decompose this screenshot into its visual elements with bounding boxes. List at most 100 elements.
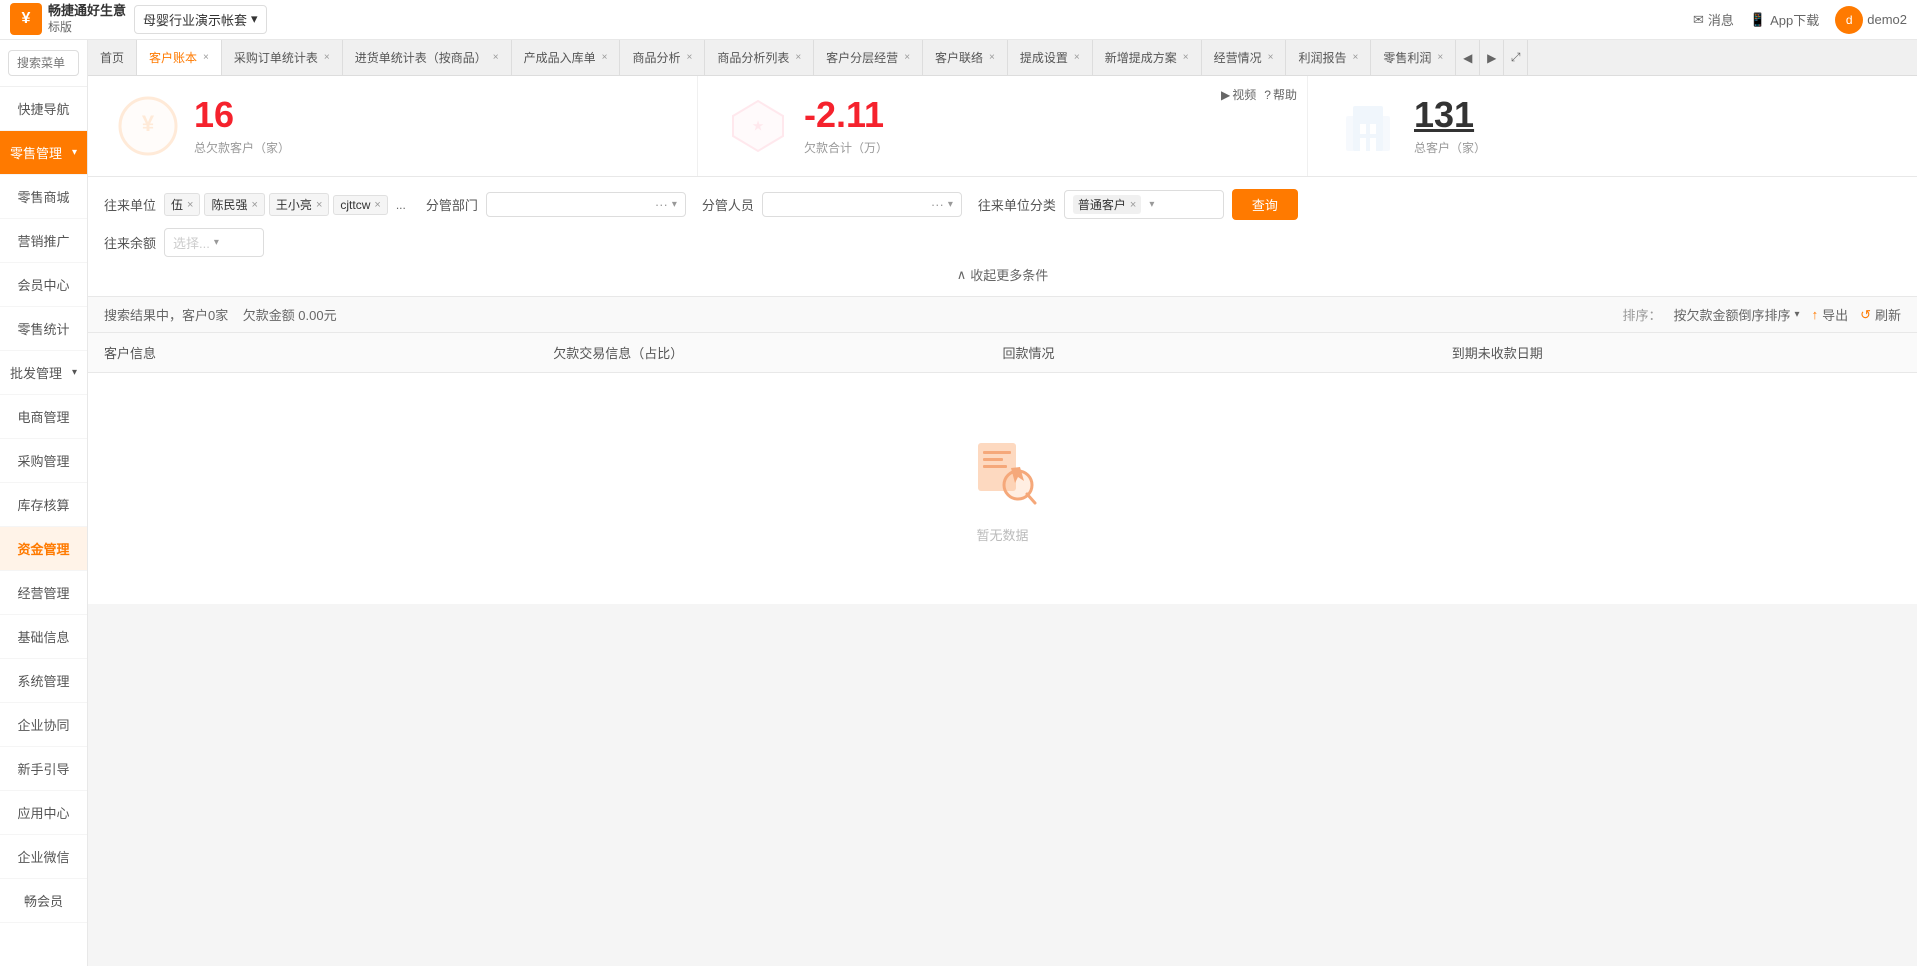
tab-scroll-right-button[interactable]: ▶ xyxy=(1480,40,1504,75)
filter-more-tags[interactable]: ... xyxy=(392,196,410,214)
tag-close-chen[interactable]: × xyxy=(251,199,257,211)
sidebar-item-retail-stats[interactable]: 零售统计 xyxy=(0,307,87,351)
tab-close-icon[interactable]: × xyxy=(1268,52,1274,63)
tab-close-icon[interactable]: × xyxy=(989,52,995,63)
sidebar-item-app-center[interactable]: 应用中心 xyxy=(0,791,87,835)
filter-select-dept[interactable]: ··· ▾ xyxy=(486,192,686,217)
tab-product-analysis[interactable]: 商品分析 × xyxy=(620,40,705,75)
chevron-down-icon: ▾ xyxy=(72,367,77,378)
sidebar-item-system[interactable]: 系统管理 xyxy=(0,659,87,703)
data-table: 客户信息 欠款交易信息（占比） 回款情况 到期未收款日期 xyxy=(88,333,1917,604)
sidebar-item-quick-nav[interactable]: 快捷导航 xyxy=(0,87,87,131)
tab-close-icon[interactable]: × xyxy=(1183,52,1189,63)
tab-customer-layering[interactable]: 客户分层经营 × xyxy=(814,40,923,75)
sidebar-item-operations[interactable]: 经营管理 xyxy=(0,571,87,615)
query-button[interactable]: 查询 xyxy=(1232,189,1298,220)
tab-close-icon[interactable]: × xyxy=(1437,52,1443,63)
badge-icon: ★ xyxy=(728,96,788,156)
message-button[interactable]: ✉ 消息 xyxy=(1693,10,1734,29)
tab-home[interactable]: 首页 xyxy=(88,40,137,75)
coin-icon: ¥ xyxy=(118,96,178,156)
stat-label-debt-customers: 总欠款客户（家） xyxy=(194,139,667,156)
sort-selector[interactable]: 按欠款金额倒序排序 ▾ xyxy=(1674,305,1800,324)
tag-close-wang[interactable]: × xyxy=(316,199,322,211)
sidebar-item-purchase[interactable]: 采购管理 xyxy=(0,439,87,483)
tab-close-icon[interactable]: × xyxy=(904,52,910,63)
tab-inbound-stats[interactable]: 进货单统计表（按商品） × xyxy=(343,40,512,75)
tab-production-inbound[interactable]: 产成品入库单 × xyxy=(512,40,621,75)
sidebar-item-inventory[interactable]: 库存核算 xyxy=(0,483,87,527)
sidebar-item-wholesale[interactable]: 批发管理 ▾ xyxy=(0,351,87,395)
chevron-up-icon: ∧ xyxy=(957,267,967,283)
empty-state-icon xyxy=(963,433,1043,513)
stats-row: ¥ 16 总欠款客户（家） ★ xyxy=(88,76,1917,177)
top-bar: ¥ 畅捷通好生意 标版 母婴行业演示帐套 ▾ ✉ 消息 📱 App下载 d de… xyxy=(0,0,1917,40)
tab-operations[interactable]: 经营情况 × xyxy=(1202,40,1287,75)
tab-close-icon[interactable]: × xyxy=(1352,52,1358,63)
top-bar-left: ¥ 畅捷通好生意 标版 母婴行业演示帐套 ▾ xyxy=(10,3,267,35)
search-input[interactable] xyxy=(8,50,79,76)
sidebar-item-finance[interactable]: 资金管理 xyxy=(0,527,87,571)
tab-add-commission[interactable]: 新增提成方案 × xyxy=(1093,40,1202,75)
sidebar-item-enterprise[interactable]: 企业协同 xyxy=(0,703,87,747)
logo-area: ¥ 畅捷通好生意 标版 xyxy=(10,3,126,35)
tab-commission-settings[interactable]: 提成设置 × xyxy=(1008,40,1093,75)
filter-label-person: 分管人员 xyxy=(702,195,754,214)
refresh-button[interactable]: ↺ 刷新 xyxy=(1860,305,1901,324)
tab-close-icon[interactable]: × xyxy=(602,52,608,63)
tab-close-icon[interactable]: × xyxy=(795,52,801,63)
sidebar-item-wechat[interactable]: 企业微信 xyxy=(0,835,87,879)
stat-info-total-customers: 131 总客户（家） xyxy=(1414,97,1887,156)
dept-more-icon: ··· xyxy=(655,197,668,212)
refresh-icon: ↺ xyxy=(1860,307,1871,323)
table-header: 客户信息 欠款交易信息（占比） 回款情况 到期未收款日期 xyxy=(88,333,1917,373)
video-button[interactable]: ▶ 视频 xyxy=(1221,86,1256,103)
tab-expand-button[interactable]: ⤢ xyxy=(1504,40,1528,75)
account-dropdown[interactable]: 母婴行业演示帐套 ▾ xyxy=(134,5,267,34)
tag-close-cjttcw[interactable]: × xyxy=(374,199,380,211)
tab-scroll-left-button[interactable]: ◀ xyxy=(1456,40,1480,75)
chevron-down-icon: ▾ xyxy=(1149,199,1154,210)
filter-tag-chen: 陈民强 × xyxy=(204,193,264,216)
phone-icon: 📱 xyxy=(1750,12,1766,28)
chevron-down-icon: ▾ xyxy=(672,199,677,210)
filter-select-category[interactable]: 普通客户 × ▾ xyxy=(1064,190,1224,219)
tab-customer-ledger[interactable]: 客户账本 × xyxy=(137,40,222,75)
video-help-area: ▶ 视频 ? 帮助 xyxy=(1221,86,1297,103)
col-debt-info: 欠款交易信息（占比） xyxy=(553,343,1002,362)
tab-close-icon[interactable]: × xyxy=(203,52,209,63)
sidebar-item-marketing[interactable]: 营销推广 xyxy=(0,219,87,263)
tab-product-analysis-list[interactable]: 商品分析列表 × xyxy=(705,40,814,75)
filter-input-balance[interactable]: 选择... ▾ xyxy=(164,228,264,257)
tab-close-icon[interactable]: × xyxy=(324,52,330,63)
chevron-down-icon: ▾ xyxy=(214,237,219,248)
sidebar-item-guide[interactable]: 新手引导 xyxy=(0,747,87,791)
sidebar-item-retail[interactable]: 零售管理 ▾ xyxy=(0,131,87,175)
user-menu[interactable]: d demo2 xyxy=(1835,6,1907,34)
sidebar-item-member-center[interactable]: 会员中心 xyxy=(0,263,87,307)
tab-customer-contact[interactable]: 客户联络 × xyxy=(923,40,1008,75)
tag-close-wu[interactable]: × xyxy=(187,199,193,211)
tab-close-icon[interactable]: × xyxy=(493,52,499,63)
question-icon: ? xyxy=(1264,88,1271,102)
sidebar-search-area xyxy=(0,40,87,87)
export-button[interactable]: ↑ 导出 xyxy=(1812,305,1849,324)
sidebar-item-member[interactable]: 畅会员 xyxy=(0,879,87,923)
tag-close-category[interactable]: × xyxy=(1130,199,1136,211)
filter-tags-unit: 伍 × 陈民强 × 王小亮 × cjttcw × xyxy=(164,193,410,216)
stat-value-total-debt: -2.11 xyxy=(804,97,1277,133)
filter-collapse-button[interactable]: ∧ 收起更多条件 xyxy=(957,265,1049,284)
tab-profit-report[interactable]: 利润报告 × xyxy=(1286,40,1371,75)
help-button[interactable]: ? 帮助 xyxy=(1264,86,1297,103)
filter-row-1: 往来单位 伍 × 陈民强 × 王小亮 × xyxy=(104,189,1901,220)
filter-select-person[interactable]: ··· ▾ xyxy=(762,192,962,217)
tab-purchase-order-stats[interactable]: 采购订单统计表 × xyxy=(222,40,343,75)
tab-retail-profit[interactable]: 零售利润 × xyxy=(1371,40,1456,75)
app-download-button[interactable]: 📱 App下载 xyxy=(1750,10,1819,29)
sidebar-item-ecommerce[interactable]: 电商管理 xyxy=(0,395,87,439)
sidebar-item-mall[interactable]: 零售商城 xyxy=(0,175,87,219)
sidebar-item-basic-info[interactable]: 基础信息 xyxy=(0,615,87,659)
tab-close-icon[interactable]: × xyxy=(1074,52,1080,63)
table-empty: 暂无数据 xyxy=(88,373,1917,604)
tab-close-icon[interactable]: × xyxy=(686,52,692,63)
